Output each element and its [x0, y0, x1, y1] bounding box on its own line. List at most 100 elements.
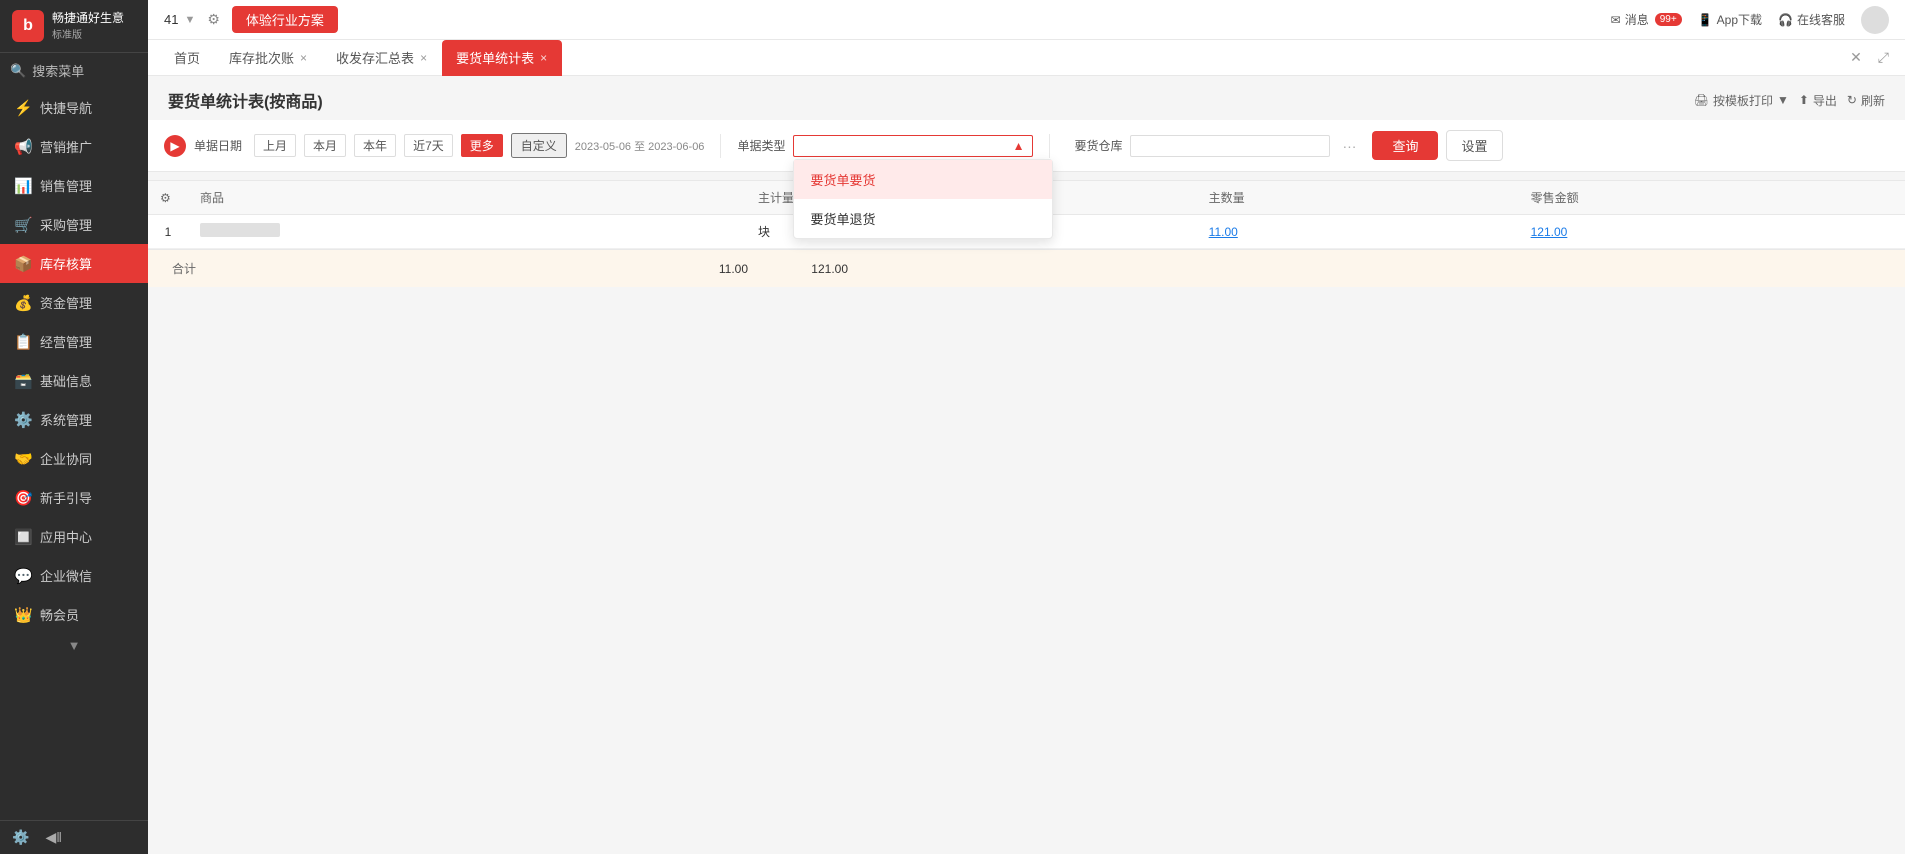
tab-receive-summary-close[interactable]: × — [420, 51, 427, 65]
sidebar-item-inventory[interactable]: 📦 库存核算 — [0, 244, 148, 283]
type-dropdown: 要货单要货 要货单退货 — [793, 159, 1053, 239]
type-select-box[interactable]: ▲ — [793, 135, 1033, 157]
system-icon: ⚙️ — [14, 411, 32, 429]
sidebar-item-purchase[interactable]: 🛒 采购管理 — [0, 205, 148, 244]
print-dropdown-arrow[interactable]: ▼ — [1777, 93, 1789, 107]
date-btn-custom[interactable]: 自定义 — [511, 133, 567, 158]
sidebar-label-member: 畅会员 — [40, 605, 79, 624]
row-amount: 121.00 — [1519, 215, 1905, 249]
sidebar-item-search[interactable]: 🔍 搜索菜单 — [0, 53, 148, 88]
app-download-btn[interactable]: 📱 App下载 — [1698, 11, 1762, 28]
page-header: 要货单统计表(按商品) 🖨 按模板打印 ▼ ⬆ 导出 ↻ 刷新 — [148, 76, 1905, 120]
date-btn-7days[interactable]: 近7天 — [404, 134, 453, 157]
date-btn-this-year[interactable]: 本年 — [354, 134, 396, 157]
row-product — [188, 215, 746, 249]
tab-inventory-batch-close[interactable]: × — [300, 51, 307, 65]
warehouse-input[interactable] — [1130, 135, 1330, 157]
tabs-controls: ✕ ⤢ — [1846, 45, 1893, 70]
dropdown-item-requisition-order[interactable]: 要货单要货 — [794, 160, 1052, 199]
sidebar-search-label: 搜索菜单 — [32, 61, 84, 80]
sidebar-bottom: ⚙️ ◀‖ — [0, 820, 148, 854]
sidebar-item-wechat[interactable]: 💬 企业微信 — [0, 556, 148, 595]
tab-requisition-summary-close[interactable]: × — [540, 51, 547, 65]
col-amount-header: 零售金额 — [1519, 181, 1905, 215]
filter-area: ▶ 单据日期 上月 本月 本年 近7天 更多 自定义 2023-05-06 至 … — [148, 120, 1905, 172]
sidebar-label-inventory: 库存核算 — [40, 254, 92, 273]
query-btn[interactable]: 查询 — [1372, 131, 1438, 160]
product-blurred — [200, 223, 280, 237]
user-avatar[interactable] — [1861, 6, 1889, 34]
sidebar-item-member[interactable]: 👑 畅会员 — [0, 595, 148, 634]
trial-btn[interactable]: 体验行业方案 — [232, 6, 338, 33]
sidebar-item-system[interactable]: ⚙️ 系统管理 — [0, 400, 148, 439]
sidebar: b 畅捷通好生意 标准版 🔍 搜索菜单 ⚡ 快捷导航 📢 营销推广 📊 销售管理… — [0, 0, 148, 854]
apps-icon: 🔲 — [14, 528, 32, 546]
type-select-input[interactable] — [802, 139, 1012, 153]
sidebar-scroll-down[interactable]: ▼ — [0, 634, 148, 657]
date-btn-this-month[interactable]: 本月 — [304, 134, 346, 157]
top-header: 41 ▼ ⚙ 体验行业方案 ✉ 消息 99+ 📱 App下载 🎧 在线客服 — [148, 0, 1905, 40]
company-selector[interactable]: 41 ▼ — [164, 12, 195, 27]
main-area: 41 ▼ ⚙ 体验行业方案 ✉ 消息 99+ 📱 App下载 🎧 在线客服 首页 — [148, 0, 1905, 854]
tab-home-label: 首页 — [174, 48, 200, 67]
sidebar-settings-icon[interactable]: ⚙️ — [12, 829, 29, 846]
company-number: 41 — [164, 12, 178, 27]
logo-edition: 标准版 — [52, 26, 124, 41]
type-select-wrapper: ▲ 要货单要货 要货单退货 — [793, 135, 1033, 157]
export-icon: ⬆ — [1799, 93, 1809, 107]
tab-receive-summary[interactable]: 收发存汇总表 × — [322, 40, 442, 76]
tab-inventory-batch[interactable]: 库存批次账 × — [215, 40, 322, 76]
col-settings-header[interactable]: ⚙ — [148, 181, 188, 215]
tabs-expand[interactable]: ⤢ — [1874, 45, 1893, 70]
sidebar-item-finance[interactable]: 💰 资金管理 — [0, 283, 148, 322]
warehouse-label: 要货仓库 — [1074, 137, 1122, 154]
row-index: 1 — [148, 215, 188, 249]
print-btn[interactable]: 🖨 按模板打印 ▼ — [1694, 92, 1789, 109]
refresh-btn[interactable]: ↻ 刷新 — [1847, 92, 1885, 109]
sidebar-item-operations[interactable]: 📋 经营管理 — [0, 322, 148, 361]
quick-nav-icon: ⚡ — [14, 99, 32, 117]
tabs-close-all[interactable]: ✕ — [1846, 45, 1866, 70]
date-btn-last-month[interactable]: 上月 — [254, 134, 296, 157]
sidebar-collapse-icon[interactable]: ◀‖ — [45, 829, 62, 846]
export-btn[interactable]: ⬆ 导出 — [1799, 92, 1837, 109]
inventory-icon: 📦 — [14, 255, 32, 273]
dropdown-item-requisition-return[interactable]: 要货单退货 — [794, 199, 1052, 238]
sidebar-item-sales[interactable]: 📊 销售管理 — [0, 166, 148, 205]
online-service-btn[interactable]: 🎧 在线客服 — [1778, 11, 1845, 28]
type-select-arrow[interactable]: ▲ — [1013, 139, 1025, 153]
footer-label: 合计 — [160, 260, 340, 277]
company-dropdown-arrow[interactable]: ▼ — [184, 14, 195, 26]
phone-icon: 📱 — [1698, 13, 1713, 27]
settings-btn[interactable]: 设置 — [1446, 130, 1502, 161]
filter-divider-2 — [1049, 134, 1050, 158]
sidebar-label-enterprise: 企业协同 — [40, 449, 92, 468]
sidebar-item-basic-info[interactable]: 🗃️ 基础信息 — [0, 361, 148, 400]
marketing-icon: 📢 — [14, 138, 32, 156]
col-product-header: 商品 — [188, 181, 746, 215]
print-icon: 🖨 — [1694, 93, 1709, 107]
sidebar-label-system: 系统管理 — [40, 410, 92, 429]
basic-info-icon: 🗃️ — [14, 372, 32, 390]
sidebar-item-marketing[interactable]: 📢 营销推广 — [0, 127, 148, 166]
table-footer: 合计 11.00 121.00 — [148, 249, 1905, 287]
sidebar-item-apps[interactable]: 🔲 应用中心 — [0, 517, 148, 556]
tabs-bar: 首页 库存批次账 × 收发存汇总表 × 要货单统计表 × ✕ ⤢ — [148, 40, 1905, 76]
tab-requisition-summary[interactable]: 要货单统计表 × — [442, 40, 562, 76]
message-badge: 99+ — [1655, 13, 1682, 26]
sidebar-label-guide: 新手引导 — [40, 488, 92, 507]
page-content: 要货单统计表(按商品) 🖨 按模板打印 ▼ ⬆ 导出 ↻ 刷新 ▶ — [148, 76, 1905, 854]
date-range-display: 2023-05-06 至 2023-06-06 — [575, 138, 705, 154]
sidebar-item-guide[interactable]: 🎯 新手引导 — [0, 478, 148, 517]
tab-requisition-summary-label: 要货单统计表 — [456, 48, 534, 67]
date-btn-more[interactable]: 更多 — [461, 134, 503, 157]
header-gear-icon[interactable]: ⚙ — [207, 11, 220, 28]
tab-home[interactable]: 首页 — [160, 40, 215, 76]
sidebar-item-enterprise[interactable]: 🤝 企业协同 — [0, 439, 148, 478]
filter-toggle-btn[interactable]: ▶ — [164, 135, 186, 157]
sidebar-item-quick-nav[interactable]: ⚡ 快捷导航 — [0, 88, 148, 127]
warehouse-more-icon[interactable]: ··· — [1342, 138, 1356, 154]
tab-inventory-batch-label: 库存批次账 — [229, 48, 294, 67]
sidebar-label-quick-nav: 快捷导航 — [40, 98, 92, 117]
messages-btn[interactable]: ✉ 消息 99+ — [1611, 11, 1682, 28]
